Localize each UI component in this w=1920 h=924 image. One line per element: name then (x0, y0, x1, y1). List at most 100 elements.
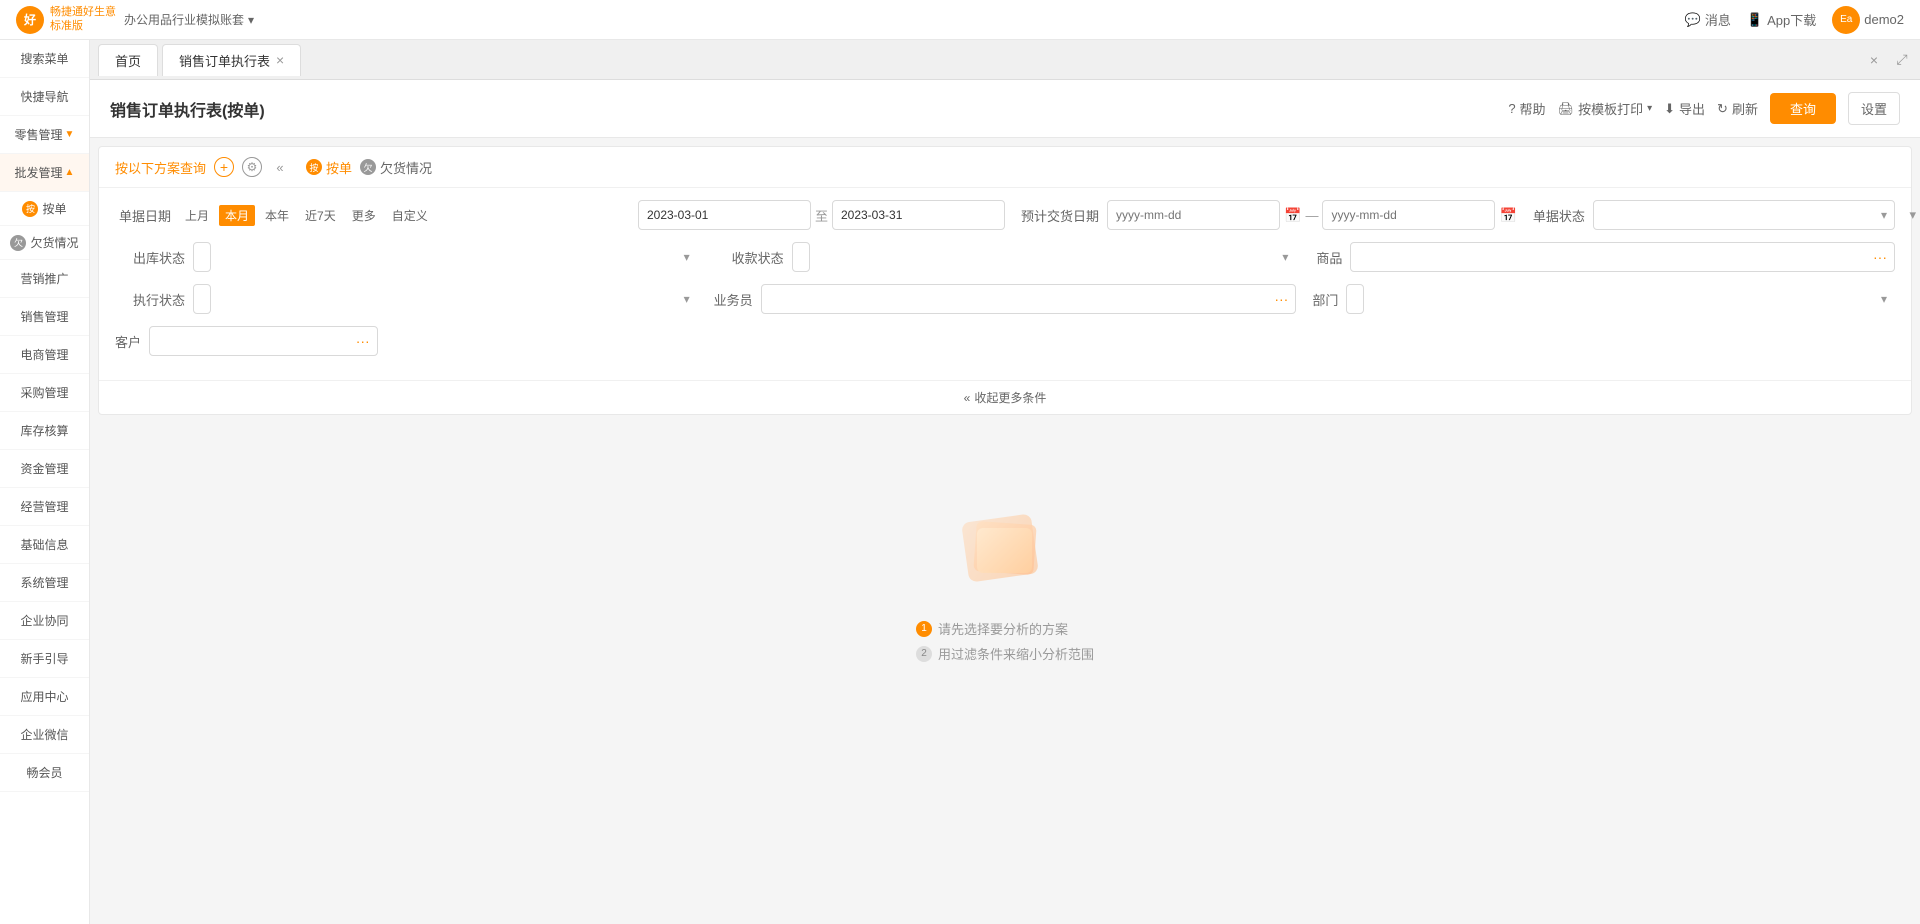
customer-input[interactable] (149, 326, 378, 356)
sidebar-item-basic-info[interactable]: 基础信息 (0, 526, 89, 564)
top-bar: 好 畅捷通好生意 标准版 办公用品行业模拟账套 ▾ 💬 消息 📱 App下载 E… (0, 0, 1920, 40)
sidebar-item-enterprise-collab[interactable]: 企业协同 (0, 602, 89, 640)
sidebar-item-retail[interactable]: 零售管理 ▼ (0, 116, 89, 154)
settings-button[interactable]: 设置 (1848, 92, 1900, 125)
status-dropdown-icon: ▾ (1909, 207, 1916, 223)
predict-date-start-input[interactable] (1107, 200, 1280, 230)
tab-sales-order[interactable]: 销售订单执行表 × (162, 44, 301, 76)
date-label: 单据日期 (115, 206, 171, 225)
store-status-label: 出库状态 (115, 248, 185, 267)
store-status-select-wrapper (193, 242, 698, 272)
sidebar-item-enterprise-wechat[interactable]: 企业微信 (0, 716, 89, 754)
main-layout: 搜索菜单 快捷导航 零售管理 ▼ 批发管理 ▲ 按 按单 欠 欠货情况 营销推广… (0, 40, 1920, 924)
window-close-btn[interactable]: × (1864, 50, 1884, 70)
user-avatar-area[interactable]: Ea demo2 (1832, 6, 1904, 34)
predict-date-cal-icon2[interactable]: 📅 (1499, 207, 1516, 224)
staff-dots-icon[interactable]: ··· (1274, 291, 1288, 307)
status-select[interactable] (1593, 200, 1895, 230)
message-btn[interactable]: 💬 消息 (1685, 10, 1731, 29)
customer-field: ··· (149, 326, 378, 356)
goods-input[interactable] (1350, 242, 1895, 272)
date-tab-this-year[interactable]: 本年 (259, 205, 295, 226)
goods-field: ··· (1350, 242, 1895, 272)
filter-field-predict-date: 预计交货日期 📅 — 📅 (1021, 200, 1517, 230)
sidebar-item-quick-nav[interactable]: 快捷导航 (0, 78, 89, 116)
predict-date-label: 预计交货日期 (1021, 206, 1099, 225)
predict-date-cal-icon1[interactable]: 📅 (1284, 207, 1301, 224)
sidebar-item-operations[interactable]: 经营管理 (0, 488, 89, 526)
date-end-input[interactable] (832, 200, 1005, 230)
customer-dots-icon[interactable]: ··· (356, 333, 370, 349)
sidebar-item-membership[interactable]: 畅会员 (0, 754, 89, 792)
retail-arrow-icon: ▼ (65, 129, 75, 140)
app-download-btn[interactable]: 📱 App下载 (1747, 10, 1816, 29)
sidebar-item-search[interactable]: 搜索菜单 (0, 40, 89, 78)
sidebar-item-ecommerce[interactable]: 电商管理 (0, 336, 89, 374)
collapse-up-icon: « (964, 391, 971, 405)
sidebar-item-new-guide[interactable]: 新手引导 (0, 640, 89, 678)
sidebar-item-purchase[interactable]: 采购管理 (0, 374, 89, 412)
sidebar-item-finance[interactable]: 资金管理 (0, 450, 89, 488)
sidebar-item-wholesale[interactable]: 批发管理 ▲ (0, 154, 89, 192)
date-start-input[interactable] (638, 200, 811, 230)
predict-date-range: 📅 — 📅 (1107, 200, 1517, 230)
dept-select-wrapper (1346, 284, 1895, 314)
filter-add-button[interactable]: + (214, 157, 234, 177)
sidebar-sub-item-按单[interactable]: 按 按单 (0, 192, 89, 226)
filter-sub-item-按单[interactable]: 按 按单 (306, 158, 352, 177)
exec-status-select-wrapper (193, 284, 698, 314)
sidebar-item-inventory[interactable]: 库存核算 (0, 412, 89, 450)
help-btn[interactable]: ? 帮助 (1508, 99, 1545, 118)
date-tab-last-month[interactable]: 上月 (179, 205, 215, 226)
print-icon: 🖨 (1558, 101, 1575, 117)
filter-sub-item-欠货[interactable]: 欠 欠货情况 (360, 158, 432, 177)
logo-area: 好 畅捷通好生意 标准版 (16, 6, 116, 34)
predict-date-end-input[interactable] (1322, 200, 1495, 230)
exec-status-select[interactable] (193, 284, 211, 314)
collection-status-label: 收款状态 (714, 248, 784, 267)
refresh-btn[interactable]: ↻ 刷新 (1717, 99, 1758, 118)
date-period-tabs: 上月 本月 本年 近7天 更多 自定义 (179, 205, 434, 226)
print-arrow-icon: ▾ (1647, 103, 1652, 114)
page-title-bar: 销售订单执行表(按单) ? 帮助 🖨 按模板打印 ▾ ⬇ 导出 (90, 80, 1920, 138)
sidebar-item-marketing[interactable]: 营销推广 (0, 260, 89, 298)
query-button[interactable]: 查询 (1770, 93, 1836, 124)
filter-field-customer: 客户 ··· (115, 326, 378, 356)
refresh-icon: ↻ (1717, 101, 1728, 117)
filter-body: 单据日期 上月 本月 本年 近7天 更多 自定义 (99, 188, 1911, 380)
staff-label: 业务员 (714, 290, 753, 309)
sub-icon-按单: 按 (306, 159, 322, 175)
filter-field-dept: 部门 (1312, 284, 1895, 314)
message-icon: 💬 (1685, 12, 1701, 28)
sidebar-item-sales[interactable]: 销售管理 (0, 298, 89, 336)
export-btn[interactable]: ⬇ 导出 (1664, 99, 1705, 118)
filter-row-4: 客户 ··· (115, 326, 1895, 356)
page-title: 销售订单执行表(按单) (110, 97, 265, 121)
filter-header: 按以下方案查询 + ⚙ « 按 按单 欠 欠货情况 (99, 147, 1911, 188)
filter-settings-button[interactable]: ⚙ (242, 157, 262, 177)
date-tab-custom[interactable]: 自定义 (386, 205, 434, 226)
sidebar-item-app-center[interactable]: 应用中心 (0, 678, 89, 716)
collapse-more-bar[interactable]: « 收起更多条件 (99, 380, 1911, 414)
date-tab-this-month[interactable]: 本月 (219, 205, 255, 226)
dept-select[interactable] (1346, 284, 1364, 314)
date-tab-7days[interactable]: 近7天 (299, 205, 342, 226)
goods-dots-icon[interactable]: ··· (1873, 249, 1887, 265)
empty-hint-2: 2 用过滤条件来缩小分析范围 (916, 644, 1094, 663)
content-area: 首页 销售订单执行表 × × ⤢ 销售订单执行表(按单) ? 帮助 (90, 40, 1920, 924)
tab-close-icon[interactable]: × (276, 52, 284, 68)
window-max-btn[interactable]: ⤢ (1892, 50, 1912, 70)
sidebar-sub-item-欠货情况[interactable]: 欠 欠货情况 (0, 226, 89, 260)
tab-bar: 首页 销售订单执行表 × × ⤢ (90, 40, 1920, 80)
tab-home[interactable]: 首页 (98, 44, 158, 76)
staff-input[interactable] (761, 284, 1297, 314)
sidebar-item-system[interactable]: 系统管理 (0, 564, 89, 602)
date-tab-more[interactable]: 更多 (346, 205, 382, 226)
filter-collapse-button[interactable]: « (270, 157, 290, 177)
collection-status-select[interactable] (792, 242, 810, 272)
filter-field-staff: 业务员 ··· (714, 284, 1297, 314)
status-label: 单据状态 (1533, 206, 1585, 225)
dept-label: 部门 (1312, 290, 1338, 309)
store-status-select[interactable] (193, 242, 211, 272)
print-btn[interactable]: 🖨 按模板打印 ▾ (1558, 99, 1653, 118)
